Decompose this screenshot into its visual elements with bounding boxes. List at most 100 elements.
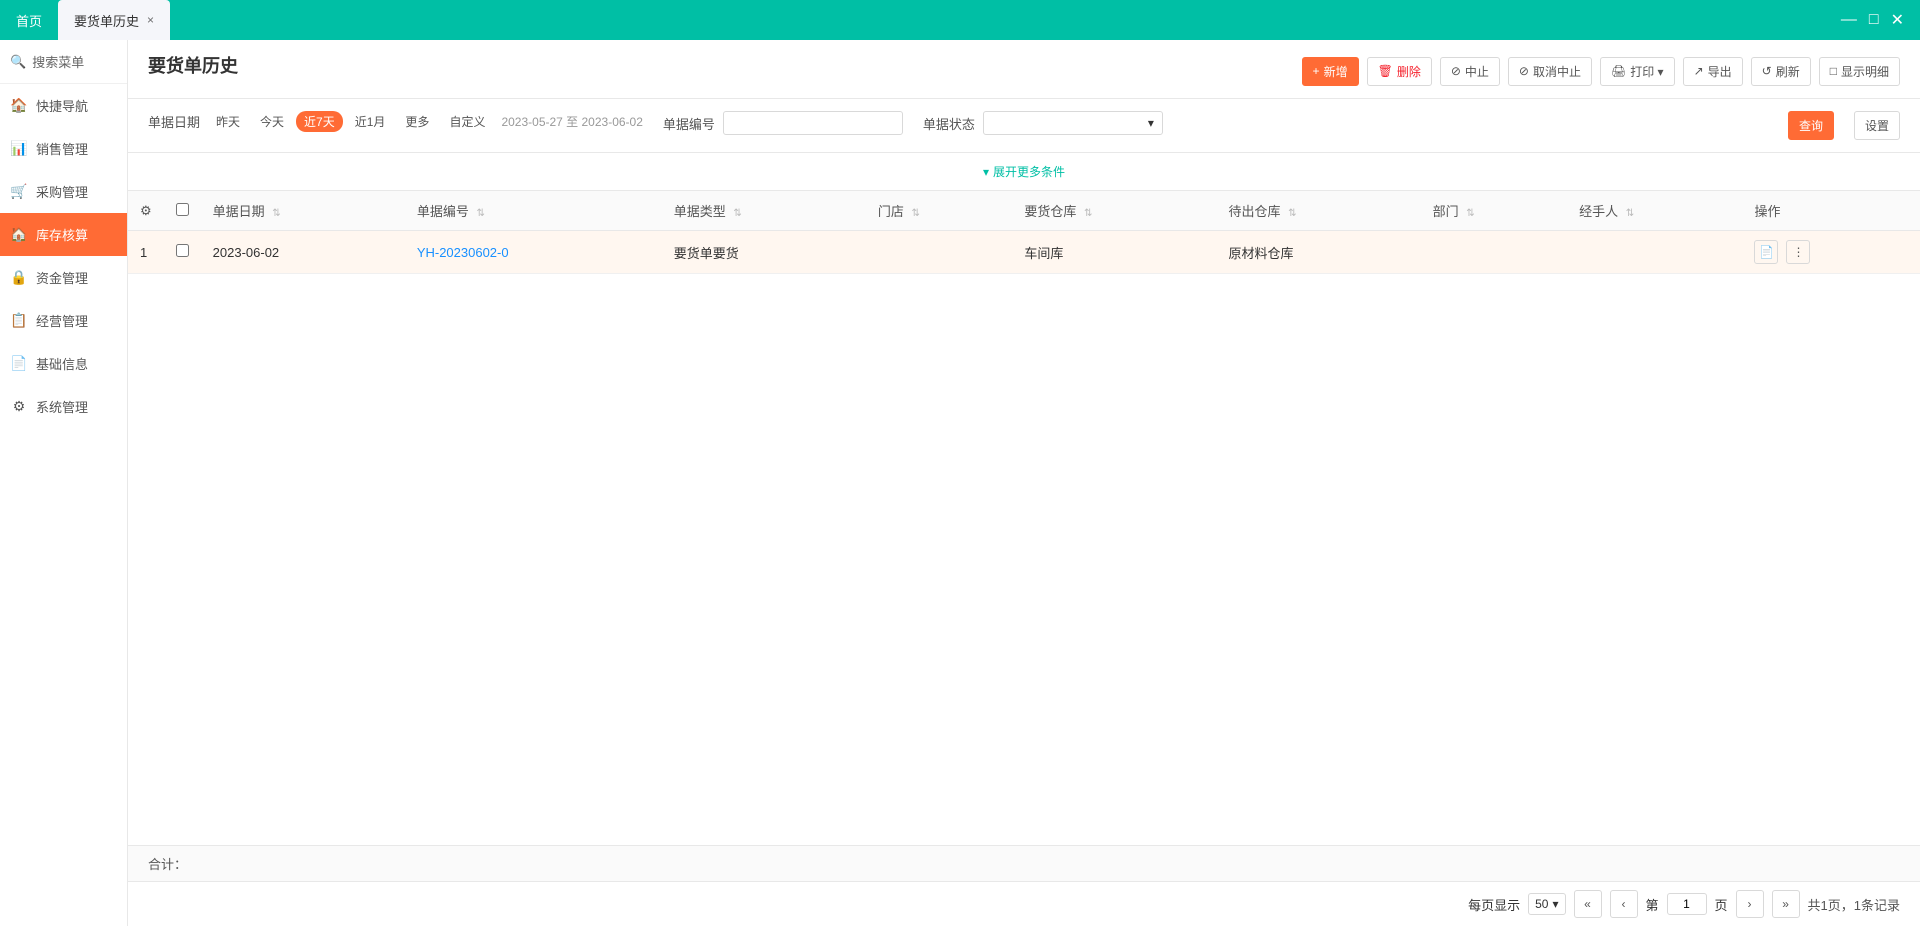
first-page-button[interactable]: « (1574, 890, 1602, 918)
maximize-icon[interactable]: □ (1869, 11, 1879, 29)
tab-home[interactable]: 首页 (0, 0, 58, 40)
document-icon: 📄 (10, 355, 28, 372)
sort-date-icon[interactable]: ⇅ (272, 208, 280, 219)
table-area: ⚙ 单据日期 ⇅ 单据编号 ⇅ 单据类型 ⇅ 门店 ⇅ 要货仓库 ⇅ (128, 191, 1920, 845)
row-more-icon[interactable]: ⋮ (1786, 240, 1810, 264)
plus-icon: + (1313, 64, 1320, 78)
print-button[interactable]: 🖨 打印 ▾ (1600, 57, 1675, 86)
select-all-checkbox[interactable] (176, 203, 189, 216)
row-view-icon[interactable]: 📄 (1754, 240, 1778, 264)
close-tab-icon[interactable]: × (147, 13, 154, 27)
expand-filter-button[interactable]: ▾ 展开更多条件 (975, 159, 1073, 184)
sort-docno-icon[interactable]: ⇅ (476, 208, 484, 219)
detail-icon: □ (1830, 64, 1837, 78)
row-select-checkbox[interactable] (176, 244, 189, 257)
sidebar-item-purchase[interactable]: 🛒 采购管理 (0, 170, 127, 213)
refresh-icon: ↺ (1762, 64, 1772, 78)
shortcut-7days[interactable]: 近7天 (296, 111, 343, 132)
minimize-icon[interactable]: — (1841, 11, 1857, 29)
sidebar-search[interactable]: 🔍 搜索菜单 (0, 40, 127, 84)
page-title: 要货单历史 (148, 52, 238, 78)
page-suffix: 页 (1715, 895, 1728, 914)
sidebar-item-operations[interactable]: 📋 经营管理 (0, 299, 127, 342)
stop-icon: ⊘ (1451, 64, 1461, 78)
inventory-icon: 🏠 (10, 226, 28, 243)
row-ops: 📄 ⋮ (1742, 231, 1920, 274)
total-label: 合计： (148, 854, 187, 873)
col-checkbox (164, 191, 201, 231)
search-icon: 🔍 (10, 54, 26, 70)
shortcut-yesterday[interactable]: 昨天 (208, 111, 248, 132)
row-req-warehouse: 车间库 (1012, 231, 1216, 274)
col-dept: 部门 ⇅ (1421, 191, 1567, 231)
next-page-button[interactable]: › (1736, 890, 1764, 918)
sort-pending-warehouse-icon[interactable]: ⇅ (1288, 208, 1296, 219)
stop-button[interactable]: ⊘ 中止 (1440, 57, 1500, 86)
pagination-bar: 每页显示 50 ▾ « ‹ 第 页 › » 共1页，1条记录 (128, 881, 1920, 926)
col-settings: ⚙ (128, 191, 164, 231)
toolbar: + 新增 🗑 删除 ⊘ 中止 ⊘ 取消中止 (1302, 57, 1900, 86)
refresh-button[interactable]: ↺ 刷新 (1751, 57, 1811, 86)
lock-icon: 🔒 (10, 269, 28, 286)
docno-link[interactable]: YH-20230602-0 (417, 245, 509, 260)
sidebar-item-shortcut[interactable]: 🏠 快捷导航 (0, 84, 127, 127)
col-doctype: 单据类型 ⇅ (662, 191, 866, 231)
status-select[interactable]: ▾ (983, 111, 1163, 135)
delete-button[interactable]: 🗑 删除 (1367, 57, 1432, 86)
shortcut-more[interactable]: 更多 (397, 111, 437, 132)
tab-history[interactable]: 要货单历史 × (58, 0, 170, 40)
chevron-down-icon: ▾ (1552, 897, 1558, 911)
export-button[interactable]: ↗ 导出 (1683, 57, 1743, 86)
date-filter-group: 单据日期 昨天 今天 近7天 近1月 更多 自定义 2023-05-27 至 2… (148, 111, 643, 132)
per-page-label: 每页显示 (1468, 895, 1520, 914)
docno-input[interactable] (723, 111, 903, 135)
row-index: 1 (128, 231, 164, 274)
print-icon: 🖨 (1611, 64, 1626, 78)
per-page-select[interactable]: 50 ▾ (1528, 893, 1565, 915)
settings-col-icon[interactable]: ⚙ (140, 203, 152, 218)
query-button[interactable]: 查询 (1788, 111, 1834, 140)
col-date: 单据日期 ⇅ (201, 191, 405, 231)
show-detail-button[interactable]: □ 显示明细 (1819, 57, 1900, 86)
sort-handler-icon[interactable]: ⇅ (1626, 208, 1634, 219)
page-number-input[interactable] (1667, 893, 1707, 915)
page-prefix: 第 (1646, 895, 1659, 914)
sort-store-icon[interactable]: ⇅ (912, 208, 920, 219)
settings-button[interactable]: 设置 (1854, 111, 1900, 140)
new-button[interactable]: + 新增 (1302, 57, 1359, 86)
shortcut-1month[interactable]: 近1月 (347, 111, 394, 132)
col-ops: 操作 (1742, 191, 1920, 231)
sidebar: 🔍 搜索菜单 🏠 快捷导航 📊 销售管理 🛒 采购管理 🏠 库存核算 🔒 (0, 40, 128, 926)
sidebar-item-sales[interactable]: 📊 销售管理 (0, 127, 127, 170)
last-page-button[interactable]: » (1772, 890, 1800, 918)
cancel-stop-button[interactable]: ⊘ 取消中止 (1508, 57, 1592, 86)
col-req-warehouse: 要货仓库 ⇅ (1012, 191, 1216, 231)
sidebar-item-finance[interactable]: 🔒 资金管理 (0, 256, 127, 299)
cancel-icon: ⊘ (1519, 64, 1529, 78)
sort-req-warehouse-icon[interactable]: ⇅ (1084, 208, 1092, 219)
sidebar-item-basic[interactable]: 📄 基础信息 (0, 342, 127, 385)
sidebar-item-inventory[interactable]: 🏠 库存核算 (0, 213, 127, 256)
sort-doctype-icon[interactable]: ⇅ (733, 208, 741, 219)
docno-filter-group: 单据编号 (663, 111, 903, 135)
shortcut-today[interactable]: 今天 (252, 111, 292, 132)
row-date: 2023-06-02 (201, 231, 405, 274)
row-pending-warehouse: 原材料仓库 (1217, 231, 1421, 274)
top-bar: 首页 要货单历史 × — □ ✕ (0, 0, 1920, 40)
export-icon: ↗ (1694, 64, 1704, 78)
chevron-down-icon: ▾ (1148, 116, 1154, 130)
data-table: ⚙ 单据日期 ⇅ 单据编号 ⇅ 单据类型 ⇅ 门店 ⇅ 要货仓库 ⇅ (128, 191, 1920, 274)
row-docno: YH-20230602-0 (405, 231, 662, 274)
docno-filter-label: 单据编号 (663, 114, 715, 133)
date-filter-label: 单据日期 (148, 112, 200, 131)
prev-page-button[interactable]: ‹ (1610, 890, 1638, 918)
status-filter-group: 单据状态 ▾ (923, 111, 1163, 135)
delete-icon: 🗑 (1378, 64, 1393, 78)
sort-dept-icon[interactable]: ⇅ (1466, 208, 1474, 219)
sidebar-item-system[interactable]: ⚙ 系统管理 (0, 385, 127, 428)
close-window-icon[interactable]: ✕ (1891, 10, 1904, 30)
footer-total-bar: 合计： (128, 845, 1920, 881)
col-docno: 单据编号 ⇅ (405, 191, 662, 231)
clipboard-icon: 📋 (10, 312, 28, 329)
shortcut-custom[interactable]: 自定义 (441, 111, 493, 132)
